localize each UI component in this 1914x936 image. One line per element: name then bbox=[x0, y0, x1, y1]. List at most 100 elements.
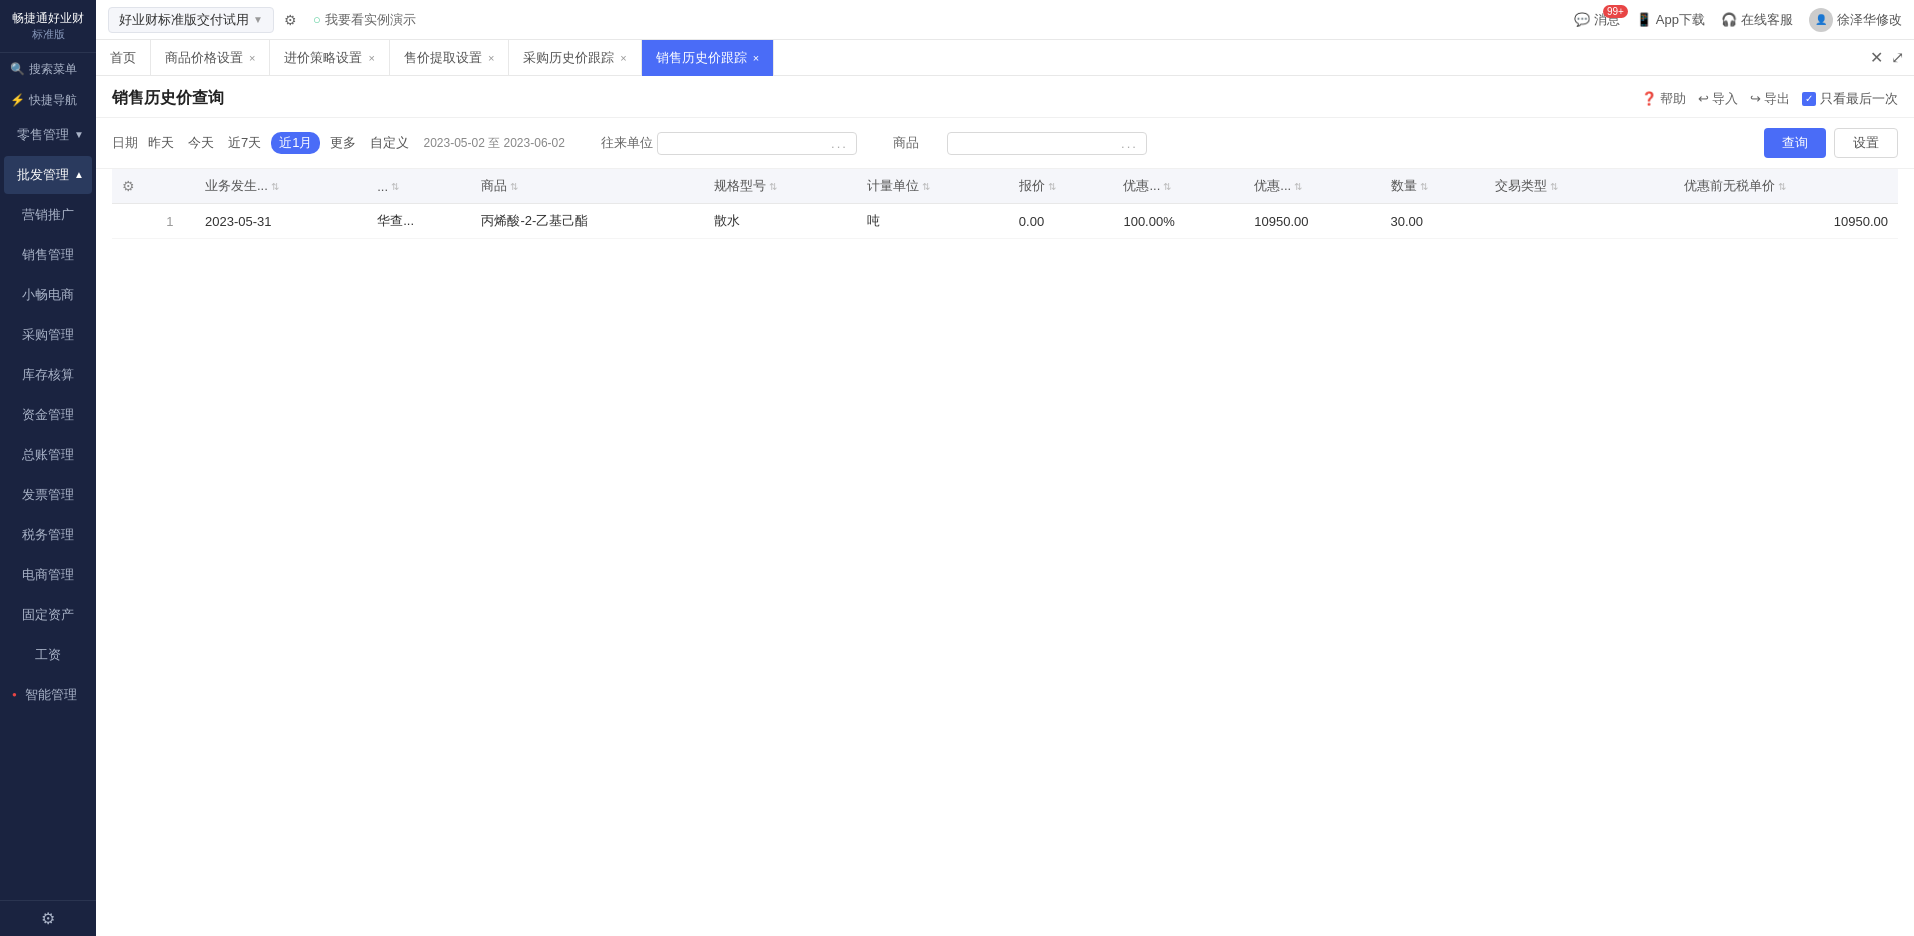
tab-strategy[interactable]: 进价策略设置 × bbox=[270, 40, 389, 76]
th-pre-tax-price[interactable]: 优惠前无税单价 ⇅ bbox=[1674, 169, 1898, 204]
query-button[interactable]: 查询 bbox=[1764, 128, 1826, 158]
date-range-display: 2023-05-02 至 2023-06-02 bbox=[423, 135, 564, 152]
tab-price[interactable]: 商品价格设置 × bbox=[151, 40, 270, 76]
sort-icon-price: ⇅ bbox=[1048, 181, 1056, 192]
th-price[interactable]: 报价 ⇅ bbox=[1009, 169, 1114, 204]
sidebar-item-retail[interactable]: 零售管理 ▼ bbox=[4, 116, 92, 154]
date-btn-custom[interactable]: 自定义 bbox=[366, 132, 413, 154]
sidebar-quick-nav[interactable]: ⚡ 快捷导航 bbox=[0, 86, 96, 115]
close-tab-icon[interactable]: ✕ bbox=[1868, 46, 1885, 69]
tab-close-purchase-history[interactable]: × bbox=[620, 52, 626, 64]
th-settings: ⚙ bbox=[112, 169, 145, 204]
th-biz-date[interactable]: 业务发生... ⇅ bbox=[195, 169, 367, 204]
cell-spacer bbox=[1637, 204, 1674, 239]
tab-close-strategy[interactable]: × bbox=[368, 52, 374, 64]
sidebar: 畅捷通好业财 标准版 🔍 搜索菜单 ⚡ 快捷导航 零售管理 ▼ 批发管理 ▲ 营… bbox=[0, 0, 96, 936]
import-button[interactable]: ↩ 导入 bbox=[1698, 90, 1738, 108]
topbar: 好业财标准版交付试用 ▼ ⚙ ○ 我要看实例演示 💬 消息 99+ 📱 App下… bbox=[96, 0, 1914, 40]
help-icon: ❓ bbox=[1641, 91, 1657, 106]
sidebar-item-ecommerce[interactable]: 电商管理 bbox=[4, 556, 92, 594]
product-dots: ... bbox=[1121, 136, 1138, 151]
sidebar-item-inventory[interactable]: 库存核算 bbox=[4, 356, 92, 394]
date-btn-last1m[interactable]: 近1月 bbox=[271, 132, 320, 154]
demo-link[interactable]: ○ 我要看实例演示 bbox=[313, 11, 416, 29]
table-settings-icon[interactable]: ⚙ bbox=[122, 178, 135, 194]
only-last-checkbox[interactable]: ✓ 只看最后一次 bbox=[1802, 90, 1898, 108]
source-unit-dots: ... bbox=[831, 136, 848, 151]
settings-icon[interactable]: ⚙ bbox=[41, 909, 55, 928]
sort-icon-pre-tax-price: ⇅ bbox=[1778, 181, 1786, 192]
sidebar-item-tax[interactable]: 税务管理 bbox=[4, 516, 92, 554]
topbar-right: 💬 消息 99+ 📱 App下载 🎧 在线客服 👤 徐泽华修改 bbox=[1574, 8, 1902, 32]
sidebar-item-salary[interactable]: 工资 bbox=[4, 636, 92, 674]
topbar-settings-icon[interactable]: ⚙ bbox=[284, 12, 297, 28]
page-header: 销售历史价查询 ❓ 帮助 ↩ 导入 ↪ 导出 ✓ 只看最后一次 bbox=[96, 76, 1914, 118]
tab-close-pickup[interactable]: × bbox=[488, 52, 494, 64]
th-discount-price[interactable]: 优惠... ⇅ bbox=[1244, 169, 1380, 204]
sort-icon-product: ⇅ bbox=[510, 181, 518, 192]
expand-tab-icon[interactable]: ⤢ bbox=[1889, 46, 1906, 69]
date-btn-last7[interactable]: 近7天 bbox=[224, 132, 265, 154]
product-field: 商品 ... bbox=[893, 132, 1147, 155]
tab-home[interactable]: 首页 bbox=[96, 40, 151, 76]
tabbar-end: ✕ ⤢ bbox=[1868, 46, 1914, 69]
sidebar-item-sales[interactable]: 销售管理 bbox=[4, 236, 92, 274]
th-quantity[interactable]: 数量 ⇅ bbox=[1381, 169, 1486, 204]
filter-area: 日期 昨天 今天 近7天 近1月 更多 自定义 2023-05-02 至 202… bbox=[96, 118, 1914, 169]
th-spacer bbox=[1637, 169, 1674, 204]
sidebar-item-ecommerce-small[interactable]: 小畅电商 bbox=[4, 276, 92, 314]
sidebar-item-smart[interactable]: 智能管理 bbox=[4, 676, 92, 714]
source-unit-input[interactable]: ... bbox=[657, 132, 857, 155]
th-spec[interactable]: 规格型号 ⇅ bbox=[704, 169, 856, 204]
th-trade-type[interactable]: 交易类型 ⇅ bbox=[1485, 169, 1637, 204]
cell-product: 丙烯酸-2-乙基己酯 bbox=[471, 204, 704, 239]
sort-icon-discount-rate: ⇅ bbox=[1163, 181, 1171, 192]
tab-purchase-history[interactable]: 采购历史价跟踪 × bbox=[509, 40, 641, 76]
filter-actions: 查询 设置 bbox=[1764, 128, 1898, 158]
th-more[interactable]: ... ⇅ bbox=[367, 169, 471, 204]
date-btn-more[interactable]: 更多 bbox=[326, 132, 360, 154]
date-btn-today[interactable]: 今天 bbox=[184, 132, 218, 154]
sort-icon-spec: ⇅ bbox=[769, 181, 777, 192]
avatar: 👤 bbox=[1809, 8, 1833, 32]
chevron-up-icon: ▲ bbox=[74, 169, 84, 180]
sidebar-item-marketing[interactable]: 营销推广 bbox=[4, 196, 92, 234]
sidebar-item-purchase[interactable]: 采购管理 bbox=[4, 316, 92, 354]
user-menu[interactable]: 👤 徐泽华修改 bbox=[1809, 8, 1902, 32]
sidebar-item-wholesale[interactable]: 批发管理 ▲ bbox=[4, 156, 92, 194]
online-service-button[interactable]: 🎧 在线客服 bbox=[1721, 11, 1793, 29]
settings-button[interactable]: 设置 bbox=[1834, 128, 1898, 158]
tab-close-price[interactable]: × bbox=[249, 52, 255, 64]
row-num: 1 bbox=[145, 204, 195, 239]
th-num bbox=[145, 169, 195, 204]
sort-icon-biz-date: ⇅ bbox=[271, 181, 279, 192]
sidebar-logo: 畅捷通好业财 标准版 bbox=[0, 0, 96, 53]
sort-icon-discount-price: ⇅ bbox=[1294, 181, 1302, 192]
sidebar-item-invoice[interactable]: 发票管理 bbox=[4, 476, 92, 514]
th-discount-rate[interactable]: 优惠... ⇅ bbox=[1113, 169, 1244, 204]
data-table: ⚙ 业务发生... ⇅ ... ⇅ bbox=[112, 169, 1898, 239]
message-button[interactable]: 💬 消息 99+ bbox=[1574, 11, 1620, 29]
date-btn-yesterday[interactable]: 昨天 bbox=[144, 132, 178, 154]
tab-pickup[interactable]: 售价提取设置 × bbox=[390, 40, 509, 76]
module-selector[interactable]: 好业财标准版交付试用 ▼ bbox=[108, 7, 274, 33]
sidebar-item-fixed-assets[interactable]: 固定资产 bbox=[4, 596, 92, 634]
sidebar-search[interactable]: 🔍 搜索菜单 bbox=[0, 53, 96, 86]
import-icon: ↩ bbox=[1698, 91, 1709, 106]
th-product[interactable]: 商品 ⇅ bbox=[471, 169, 704, 204]
sidebar-item-finance[interactable]: 资金管理 bbox=[4, 396, 92, 434]
sidebar-item-general-ledger[interactable]: 总账管理 bbox=[4, 436, 92, 474]
th-unit[interactable]: 计量单位 ⇅ bbox=[857, 169, 1009, 204]
app-download-button[interactable]: 📱 App下载 bbox=[1636, 11, 1705, 29]
chevron-down-icon: ▼ bbox=[74, 129, 84, 140]
sort-icon-more: ⇅ bbox=[391, 181, 399, 192]
help-button[interactable]: ❓ 帮助 bbox=[1641, 90, 1686, 108]
tab-close-sales-history[interactable]: × bbox=[753, 52, 759, 64]
export-button[interactable]: ↪ 导出 bbox=[1750, 90, 1790, 108]
user-name: 徐泽华修改 bbox=[1837, 11, 1902, 29]
tab-sales-history[interactable]: 销售历史价跟踪 × bbox=[642, 40, 774, 76]
cell-trade-type bbox=[1485, 204, 1637, 239]
cell-quantity: 30.00 bbox=[1381, 204, 1486, 239]
cell-more: 华查... bbox=[367, 204, 471, 239]
product-input[interactable]: ... bbox=[947, 132, 1147, 155]
